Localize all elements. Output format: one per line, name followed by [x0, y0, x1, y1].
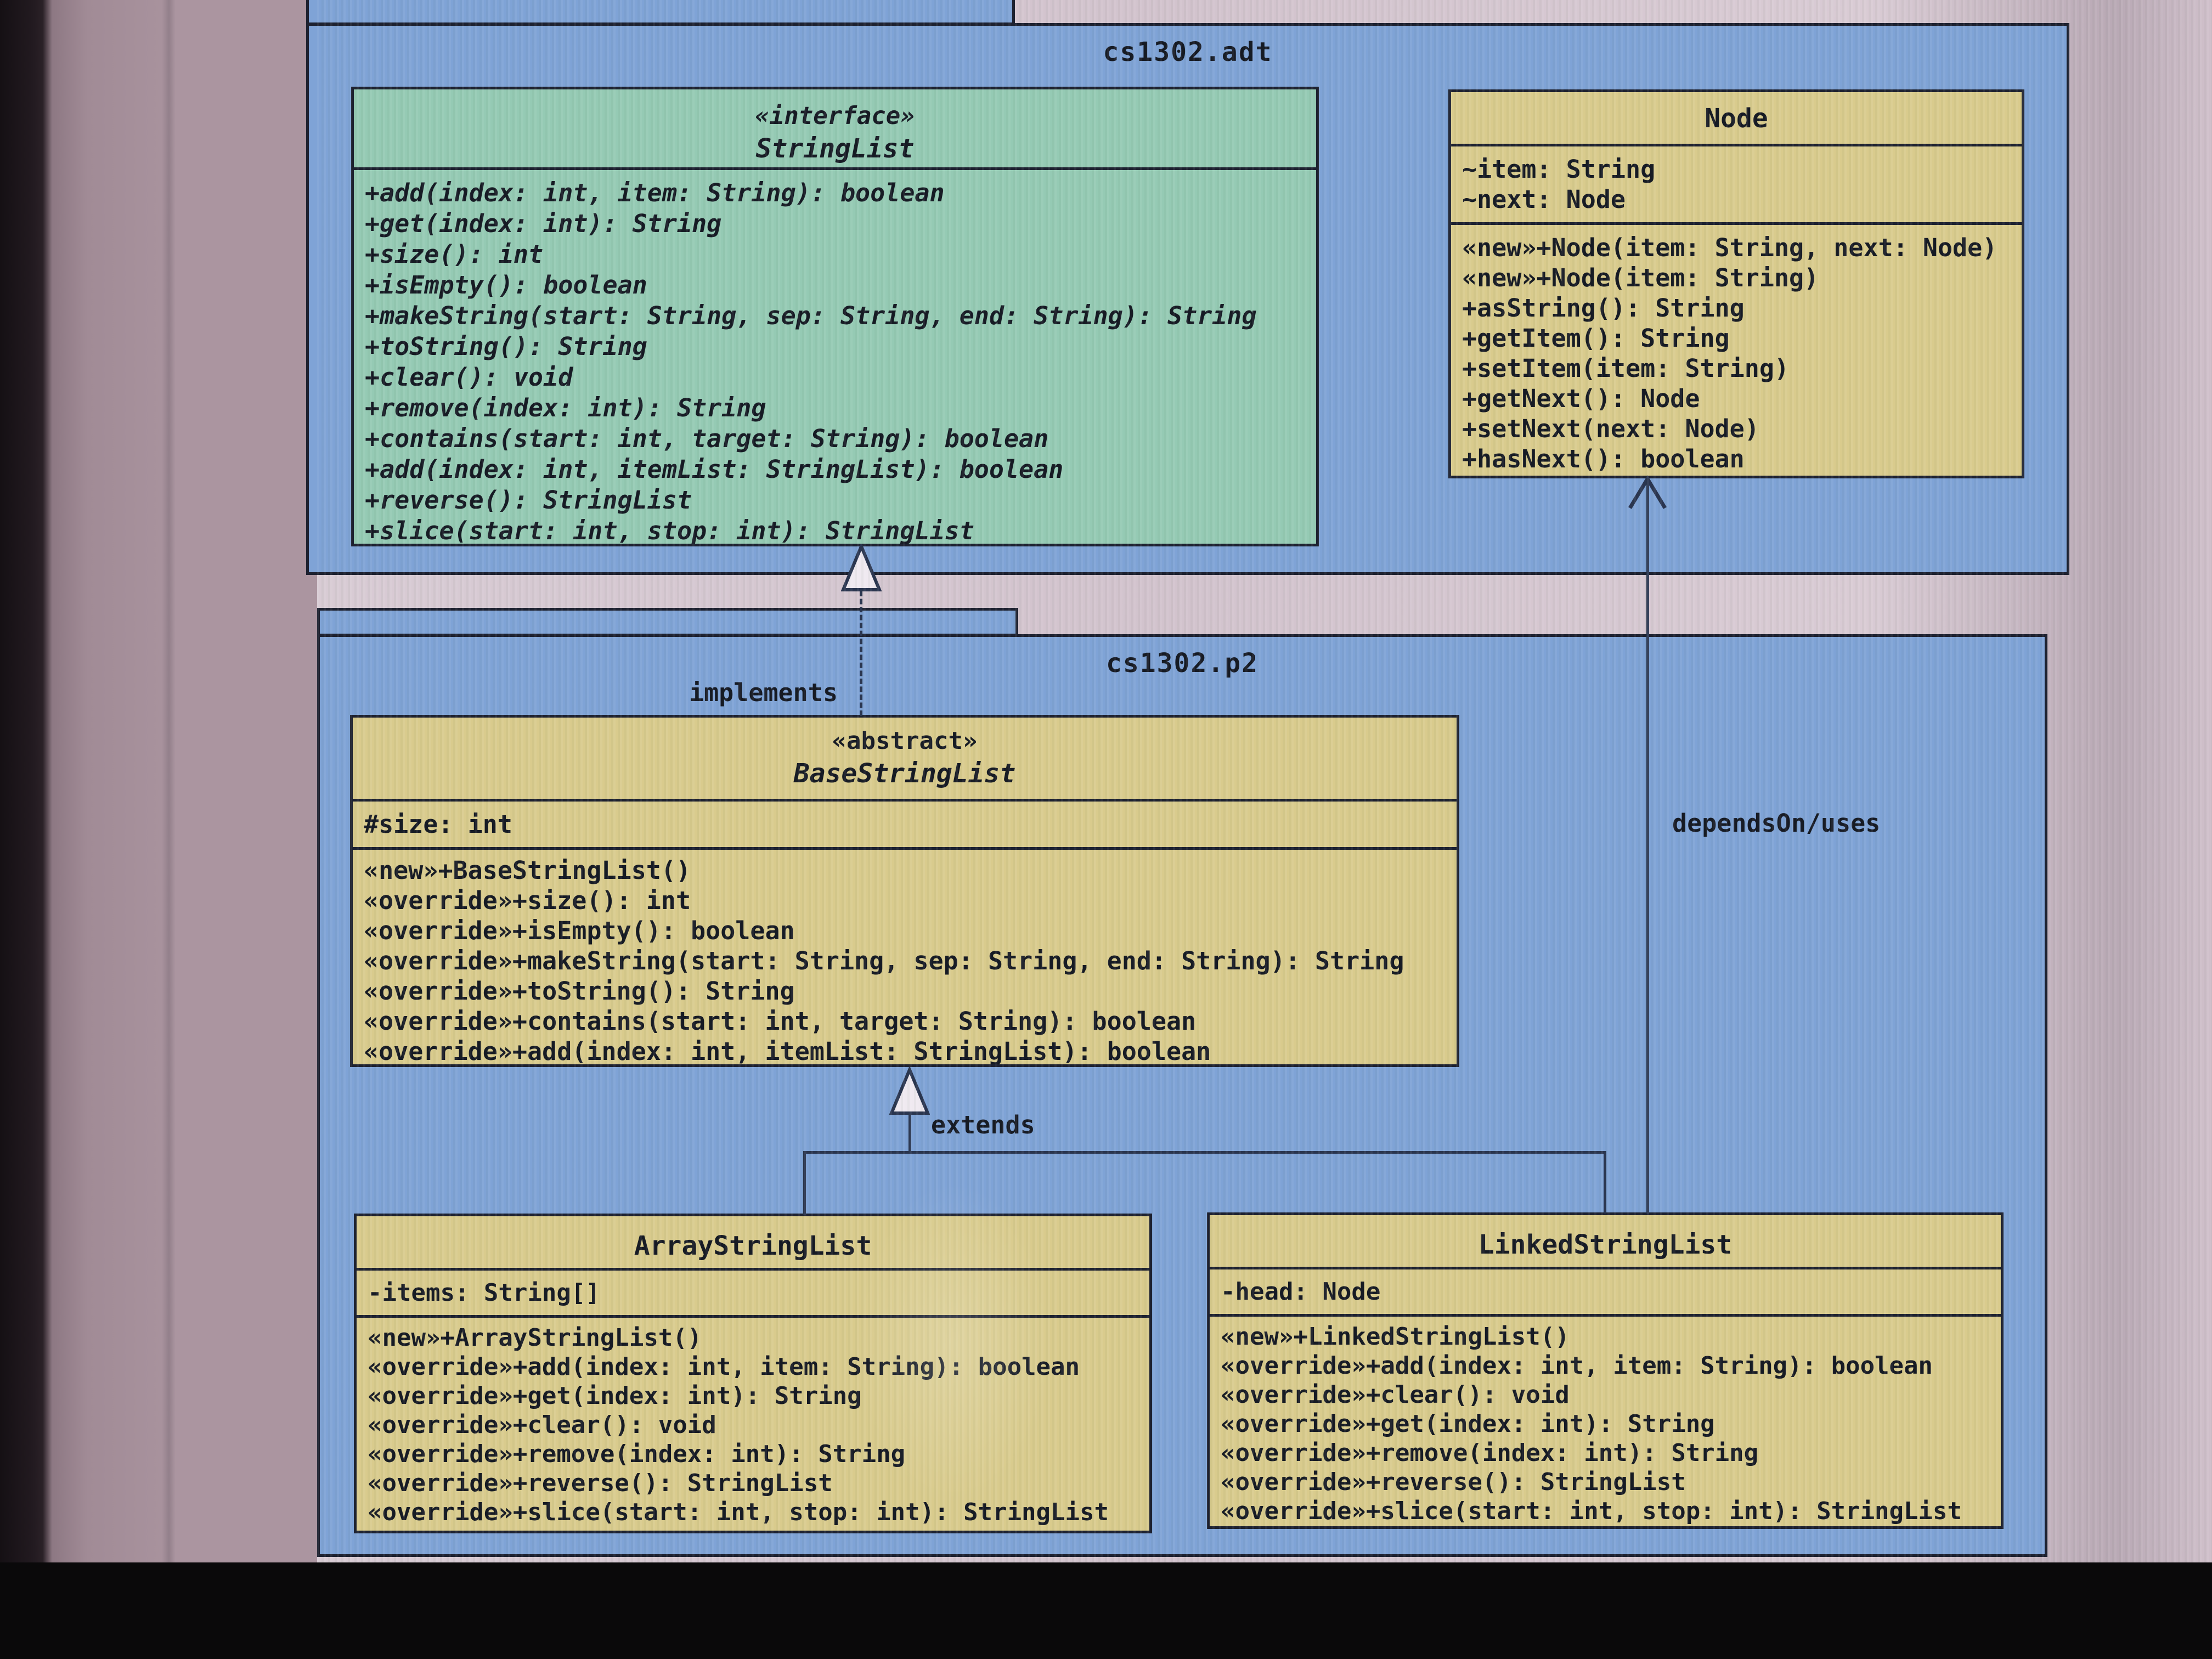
- method-row: «override»+add(index: int, item: String)…: [1221, 1352, 1933, 1380]
- linkedstringlist-methods: «new»+LinkedStringList() «override»+add(…: [1210, 1317, 2001, 1526]
- class-box-linkedstringlist: LinkedStringList -head: Node «new»+Linke…: [1207, 1212, 2004, 1529]
- arraystringlist-attributes: -items: String[]: [357, 1271, 1149, 1318]
- method-row: «override»+get(index: int): String: [1221, 1410, 1715, 1438]
- package-p2-title: cs1302.p2: [1105, 648, 1259, 679]
- method-row: «new»+LinkedStringList(): [1221, 1323, 1570, 1351]
- linkedstringlist-header: LinkedStringList: [1210, 1215, 2001, 1269]
- method-row: +add(index: int, itemList: StringList): …: [365, 455, 1064, 484]
- attribute-row: ~item: String: [1462, 155, 1656, 184]
- class-box-basestringlist: «abstract» BaseStringList #size: int «ne…: [350, 715, 1459, 1067]
- depends-line: [1646, 478, 1649, 1214]
- attribute-row: #size: int: [364, 810, 512, 839]
- class-box-arraystringlist: ArrayStringList -items: String[] «new»+A…: [354, 1214, 1152, 1533]
- class-box-node: Node ~item: String ~next: Node «new»+Nod…: [1448, 89, 2024, 478]
- method-row: +getItem(): String: [1462, 324, 1730, 353]
- extends-label: extends: [931, 1110, 1035, 1139]
- extends-branch-line: [803, 1151, 1606, 1154]
- method-row: +getNext(): Node: [1462, 384, 1700, 413]
- attribute-row: ~next: Node: [1462, 185, 1626, 214]
- linkedstringlist-attributes: -head: Node: [1210, 1269, 2001, 1317]
- attribute-row: -head: Node: [1221, 1278, 1381, 1306]
- extends-drop-linkedstringlist: [1604, 1151, 1606, 1214]
- method-row: +setNext(next: Node): [1462, 414, 1759, 443]
- method-row: +size(): int: [365, 240, 544, 269]
- method-row: «override»+slice(start: int, stop: int):…: [1221, 1497, 1962, 1525]
- depends-arrowhead-icon: [1628, 475, 1667, 509]
- method-row: +slice(start: int, stop: int): StringLis…: [365, 516, 974, 545]
- method-row: +toString(): String: [365, 332, 647, 361]
- basestringlist-methods: «new»+BaseStringList() «override»+size()…: [353, 850, 1457, 1066]
- monitor-bezel: [0, 1562, 2212, 1659]
- class-box-stringlist: «interface» StringList +add(index: int, …: [351, 87, 1319, 546]
- method-row: «override»+contains(start: int, target: …: [364, 1007, 1197, 1036]
- implements-line: [860, 591, 862, 716]
- method-row: «override»+reverse(): StringList: [1221, 1468, 1686, 1496]
- arraystringlist-header: ArrayStringList: [357, 1216, 1149, 1271]
- method-row: «override»+slice(start: int, stop: int):…: [368, 1498, 1109, 1526]
- method-row: «override»+remove(index: int): String: [368, 1440, 906, 1468]
- method-row: +hasNext(): boolean: [1462, 444, 1745, 473]
- method-row: «override»+add(index: int, item: String)…: [368, 1353, 1080, 1381]
- method-row: +reverse(): StringList: [365, 486, 692, 515]
- method-row: «override»+remove(index: int): String: [1221, 1439, 1759, 1467]
- extends-triangle-icon: [889, 1067, 930, 1115]
- stringlist-stereotype: «interface»: [755, 102, 915, 130]
- method-row: +isEmpty(): boolean: [365, 270, 647, 300]
- node-methods: «new»+Node(item: String, next: Node) «ne…: [1451, 225, 2022, 476]
- method-row: «override»+isEmpty(): boolean: [364, 916, 795, 945]
- basestringlist-name: BaseStringList: [793, 758, 1016, 789]
- method-row: +remove(index: int): String: [365, 393, 766, 422]
- implements-label: implements: [689, 678, 838, 707]
- stringlist-name: StringList: [755, 133, 915, 164]
- method-row: «override»+reverse(): StringList: [368, 1469, 833, 1497]
- method-row: «override»+add(index: int, itemList: Str…: [364, 1037, 1211, 1066]
- method-row: +setItem(item: String): [1462, 354, 1790, 383]
- method-row: +clear(): void: [365, 363, 573, 392]
- method-row: +add(index: int, item: String): boolean: [365, 178, 945, 207]
- attribute-row: -items: String[]: [368, 1279, 600, 1307]
- arraystringlist-methods: «new»+ArrayStringList() «override»+add(i…: [357, 1318, 1149, 1531]
- linkedstringlist-name: LinkedStringList: [1478, 1229, 1733, 1260]
- basestringlist-header: «abstract» BaseStringList: [353, 718, 1457, 802]
- method-row: +asString(): String: [1462, 294, 1745, 323]
- basestringlist-attributes: #size: int: [353, 802, 1457, 850]
- package-adt-title: cs1302.adt: [1103, 37, 1273, 67]
- package-p2-tab: [317, 608, 1018, 636]
- extends-drop-arraystringlist: [803, 1151, 806, 1215]
- method-row: +contains(start: int, target: String): b…: [365, 424, 1049, 453]
- method-row: «override»+clear(): void: [368, 1411, 716, 1439]
- method-row: «override»+toString(): String: [364, 977, 795, 1006]
- implements-triangle-icon: [841, 544, 882, 591]
- package-adt-tab: [306, 0, 1015, 25]
- method-row: +makeString(start: String, sep: String, …: [365, 301, 1257, 330]
- method-row: «new»+Node(item: String, next: Node): [1462, 233, 1997, 262]
- basestringlist-stereotype: «abstract»: [832, 727, 978, 755]
- method-row: «override»+get(index: int): String: [368, 1382, 862, 1410]
- extends-line: [909, 1114, 911, 1153]
- node-attributes: ~item: String ~next: Node: [1451, 146, 2022, 225]
- uml-class-diagram-photo: cs1302.adt cs1302.p2 «interface» StringL…: [0, 0, 2212, 1659]
- method-row: «new»+Node(item: String): [1462, 263, 1819, 292]
- stringlist-methods: +add(index: int, item: String): boolean …: [354, 170, 1316, 545]
- arraystringlist-name: ArrayStringList: [634, 1231, 872, 1261]
- method-row: «override»+makeString(start: String, sep…: [364, 946, 1404, 975]
- method-row: «new»+ArrayStringList(): [368, 1324, 702, 1352]
- depends-label: dependsOn/uses: [1672, 809, 1881, 838]
- method-row: «override»+size(): int: [364, 886, 691, 915]
- method-row: «override»+clear(): void: [1221, 1381, 1570, 1409]
- node-header: Node: [1451, 92, 2022, 146]
- method-row: +get(index: int): String: [365, 209, 722, 238]
- stringlist-header: «interface» StringList: [354, 89, 1316, 170]
- method-row: «new»+BaseStringList(): [364, 856, 691, 885]
- background-wall: [0, 0, 317, 1562]
- node-name: Node: [1705, 103, 1768, 134]
